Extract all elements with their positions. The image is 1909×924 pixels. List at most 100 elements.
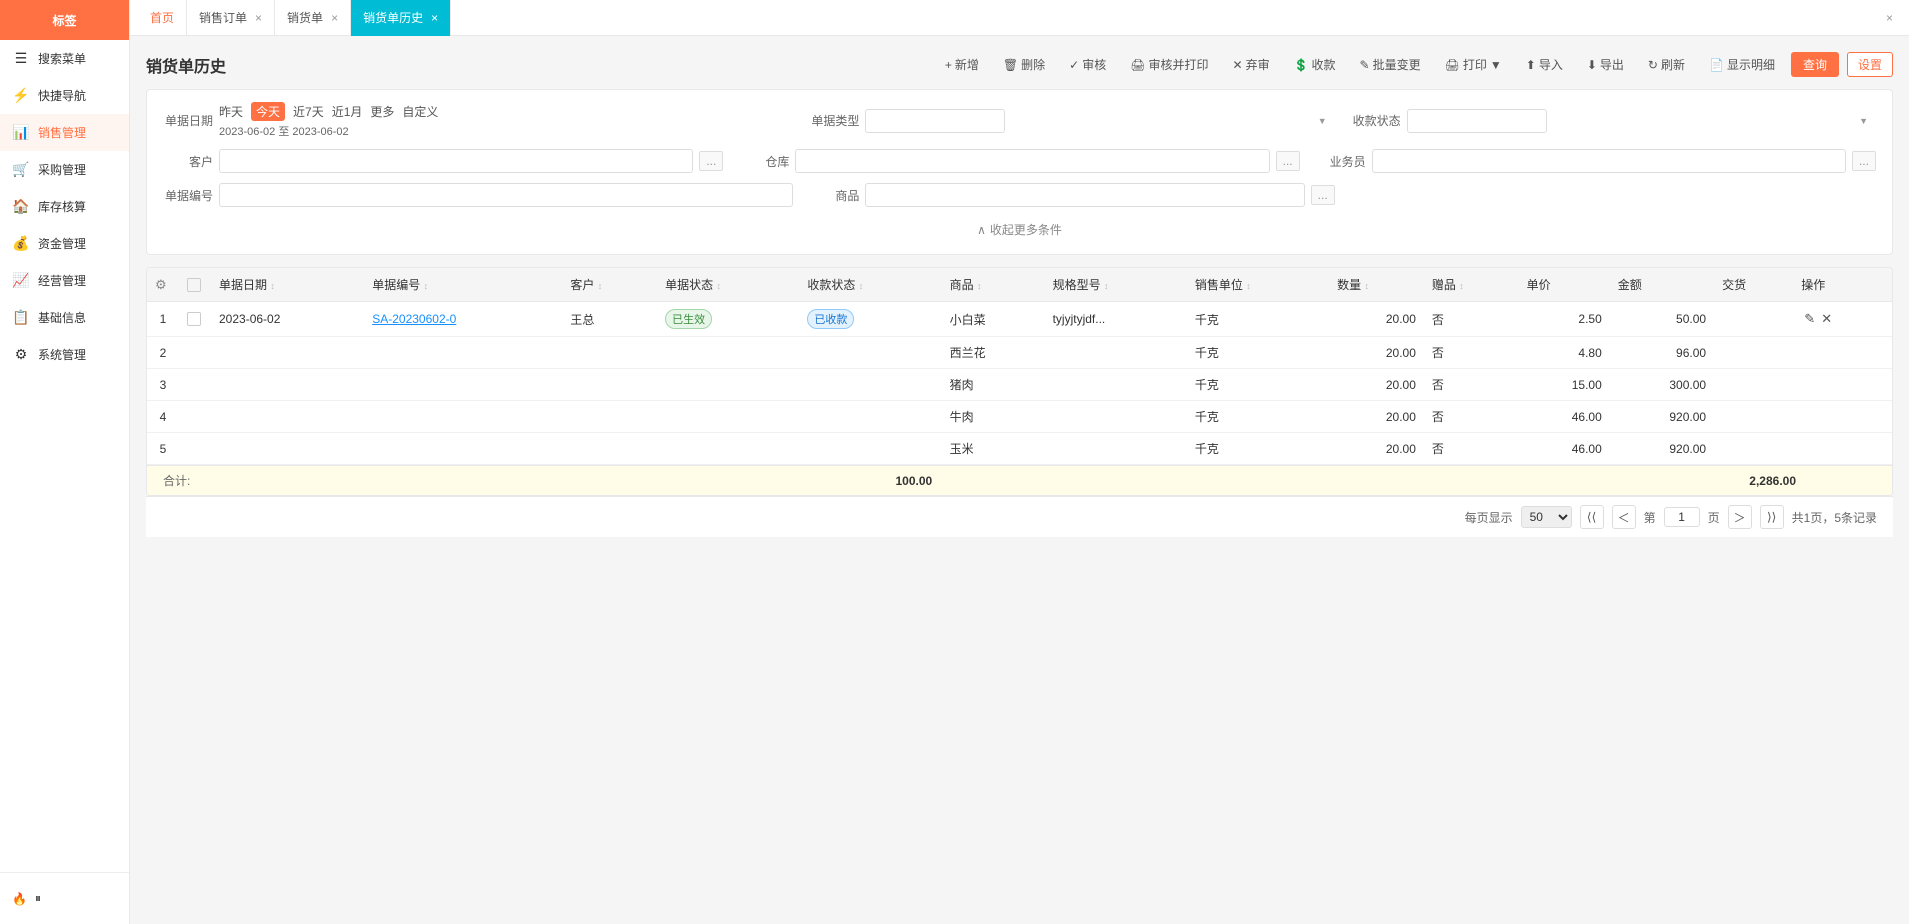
col-goods[interactable]: 商品 [942,268,1045,302]
delete-action-btn[interactable]: ✕ [1818,311,1835,326]
col-quantity[interactable]: 数量 [1329,268,1424,302]
page-prev-btn[interactable]: ＜ [1612,505,1636,529]
shortcut-more[interactable]: 更多 [370,103,394,120]
setting-button[interactable]: 设置 [1847,52,1893,77]
table-row: 3猪肉千克20.00否15.00300.00 [147,369,1892,401]
cell-action [1793,369,1892,401]
discard-button[interactable]: ✕ 弃审 [1225,52,1278,77]
sidebar-item-ops-mgmt[interactable]: 📈 经营管理 [0,262,129,299]
shortcut-last7days[interactable]: 近7天 [293,103,324,120]
page-last-btn[interactable]: ⟩⟩ [1760,505,1784,529]
staff-input[interactable] [1372,149,1846,173]
sidebar-item-base-info[interactable]: 📋 基础信息 [0,299,129,336]
audit-button[interactable]: ✓ 审核 [1061,52,1114,77]
tab-sales-order[interactable]: 销售订单 × [187,0,275,36]
sidebar-item-sales-mgmt[interactable]: 📊 销售管理 [0,114,129,151]
audit-print-button[interactable]: 🖨 审核并打印 [1122,52,1216,77]
audit-print-icon: 🖨 [1130,58,1145,72]
filter-row-2: 客户 ... 仓库 ... 业务员 ... [163,149,1876,173]
edit-action-btn[interactable]: ✎ [1801,311,1818,326]
doc-type-filter-item: 单据类型 [809,109,1334,133]
customer-ellipsis-btn[interactable]: ... [699,151,723,171]
collect-button[interactable]: 💲 收款 [1286,52,1344,77]
export-button[interactable]: ⬇ 导出 [1579,52,1632,77]
col-doc-date[interactable]: 单据日期 [211,268,364,302]
collapse-btn[interactable]: ∧ 收起更多条件 [163,217,1876,242]
shortcut-custom[interactable]: 自定义 [402,103,438,120]
sidebar-item-inventory[interactable]: 🏠 库存核算 [0,188,129,225]
warehouse-ellipsis-btn[interactable]: ... [1276,151,1300,171]
shortcut-yesterday[interactable]: 昨天 [219,103,243,120]
add-button[interactable]: + 新增 [937,52,987,77]
cell-transaction [1714,337,1793,369]
main-area: 首页 销售订单 × 销货单 × 销货单历史 × × 销货单历史 + 新增 [130,0,1909,924]
warehouse-filter-item: 仓库 ... [739,149,1299,173]
shortcut-last1month[interactable]: 近1月 [332,103,363,120]
customer-input[interactable] [219,149,693,173]
header-checkbox[interactable] [187,278,201,292]
gear-icon[interactable]: ⚙ [155,277,167,292]
ops-mgmt-icon: 📈 [12,272,30,289]
col-payment-status[interactable]: 收款状态 [799,268,941,302]
cell-spec [1045,401,1187,433]
goods-ellipsis-btn[interactable]: ... [1311,185,1335,205]
tab-sales-delivery[interactable]: 销货单 × [275,0,351,36]
page-next-btn[interactable]: ＞ [1728,505,1752,529]
cell-doc-status: 已生效 [657,302,799,337]
col-doc-number[interactable]: 单据编号 [364,268,562,302]
per-page-label: 每页显示 [1465,509,1513,526]
sidebar-item-label: 资金管理 [38,235,86,252]
tab-bar-close-all[interactable]: × [1878,11,1901,25]
col-doc-status[interactable]: 单据状态 [657,268,799,302]
sidebar-bottom-item[interactable]: 🔥 ⏸ [0,881,129,916]
print-button[interactable]: 🖨 打印 ▼ [1437,52,1510,77]
cell-goods: 猪肉 [942,369,1045,401]
payment-status-filter-item: 收款状态 [1351,109,1876,133]
cell-gift: 否 [1424,369,1519,401]
sidebar-item-label: 经营管理 [38,272,86,289]
refresh-button[interactable]: ↻ 刷新 [1640,52,1693,77]
sidebar-item-search-menu[interactable]: ☰ 搜索菜单 [0,40,129,77]
row-checkbox[interactable] [187,312,201,326]
tab-sales-history[interactable]: 销货单历史 × [351,0,451,36]
payment-status-select[interactable] [1407,109,1547,133]
cell-doc-number [364,401,562,433]
query-button[interactable]: 查询 [1791,52,1839,77]
staff-ellipsis-btn[interactable]: ... [1852,151,1876,171]
warehouse-input[interactable] [795,149,1269,173]
page-header: 销货单历史 + 新增 🗑 删除 ✓ 审核 🖨 审核并打印 [146,52,1893,77]
col-settings[interactable]: ⚙ [147,268,179,302]
shortcut-today[interactable]: 今天 [251,102,285,121]
doc-number-link[interactable]: SA-20230602-0 [372,312,456,326]
staff-label: 业务员 [1316,153,1366,170]
doc-type-select[interactable] [865,109,1005,133]
display-detail-button[interactable]: 📄 显示明细 [1701,52,1783,77]
tab-sales-history-close[interactable]: × [431,11,438,25]
col-sales-unit[interactable]: 销售单位 [1187,268,1329,302]
cell-row-num: 3 [147,369,179,401]
tab-sales-delivery-close[interactable]: × [331,11,338,25]
page-input[interactable] [1664,507,1700,527]
sidebar-item-finance-mgmt[interactable]: 💰 资金管理 [0,225,129,262]
sidebar-item-quick-nav[interactable]: ⚡ 快捷导航 [0,77,129,114]
sidebar-item-sys-mgmt[interactable]: ⚙ 系统管理 [0,336,129,373]
doc-number-input[interactable] [219,183,793,207]
tab-sales-order-close[interactable]: × [255,11,262,25]
cell-checkbox [179,369,211,401]
batch-change-button[interactable]: ✎ 批量变更 [1352,52,1429,77]
sidebar-item-purchase-mgmt[interactable]: 🛒 采购管理 [0,151,129,188]
cell-sales-unit: 千克 [1187,401,1329,433]
goods-input[interactable] [865,183,1304,207]
cell-doc-status [657,433,799,465]
col-customer[interactable]: 客户 [562,268,657,302]
delete-button[interactable]: 🗑 删除 [995,52,1053,77]
col-spec[interactable]: 规格型号 [1045,268,1187,302]
page-first-btn[interactable]: ⟨⟨ [1580,505,1604,529]
col-checkbox[interactable] [179,268,211,302]
import-button[interactable]: ⬆ 导入 [1518,52,1571,77]
per-page-select[interactable]: 50 100 [1521,506,1572,528]
cell-sales-unit: 千克 [1187,433,1329,465]
cell-quantity: 20.00 [1329,302,1424,337]
tab-home[interactable]: 首页 [138,0,187,36]
col-gift[interactable]: 赠品 [1424,268,1519,302]
